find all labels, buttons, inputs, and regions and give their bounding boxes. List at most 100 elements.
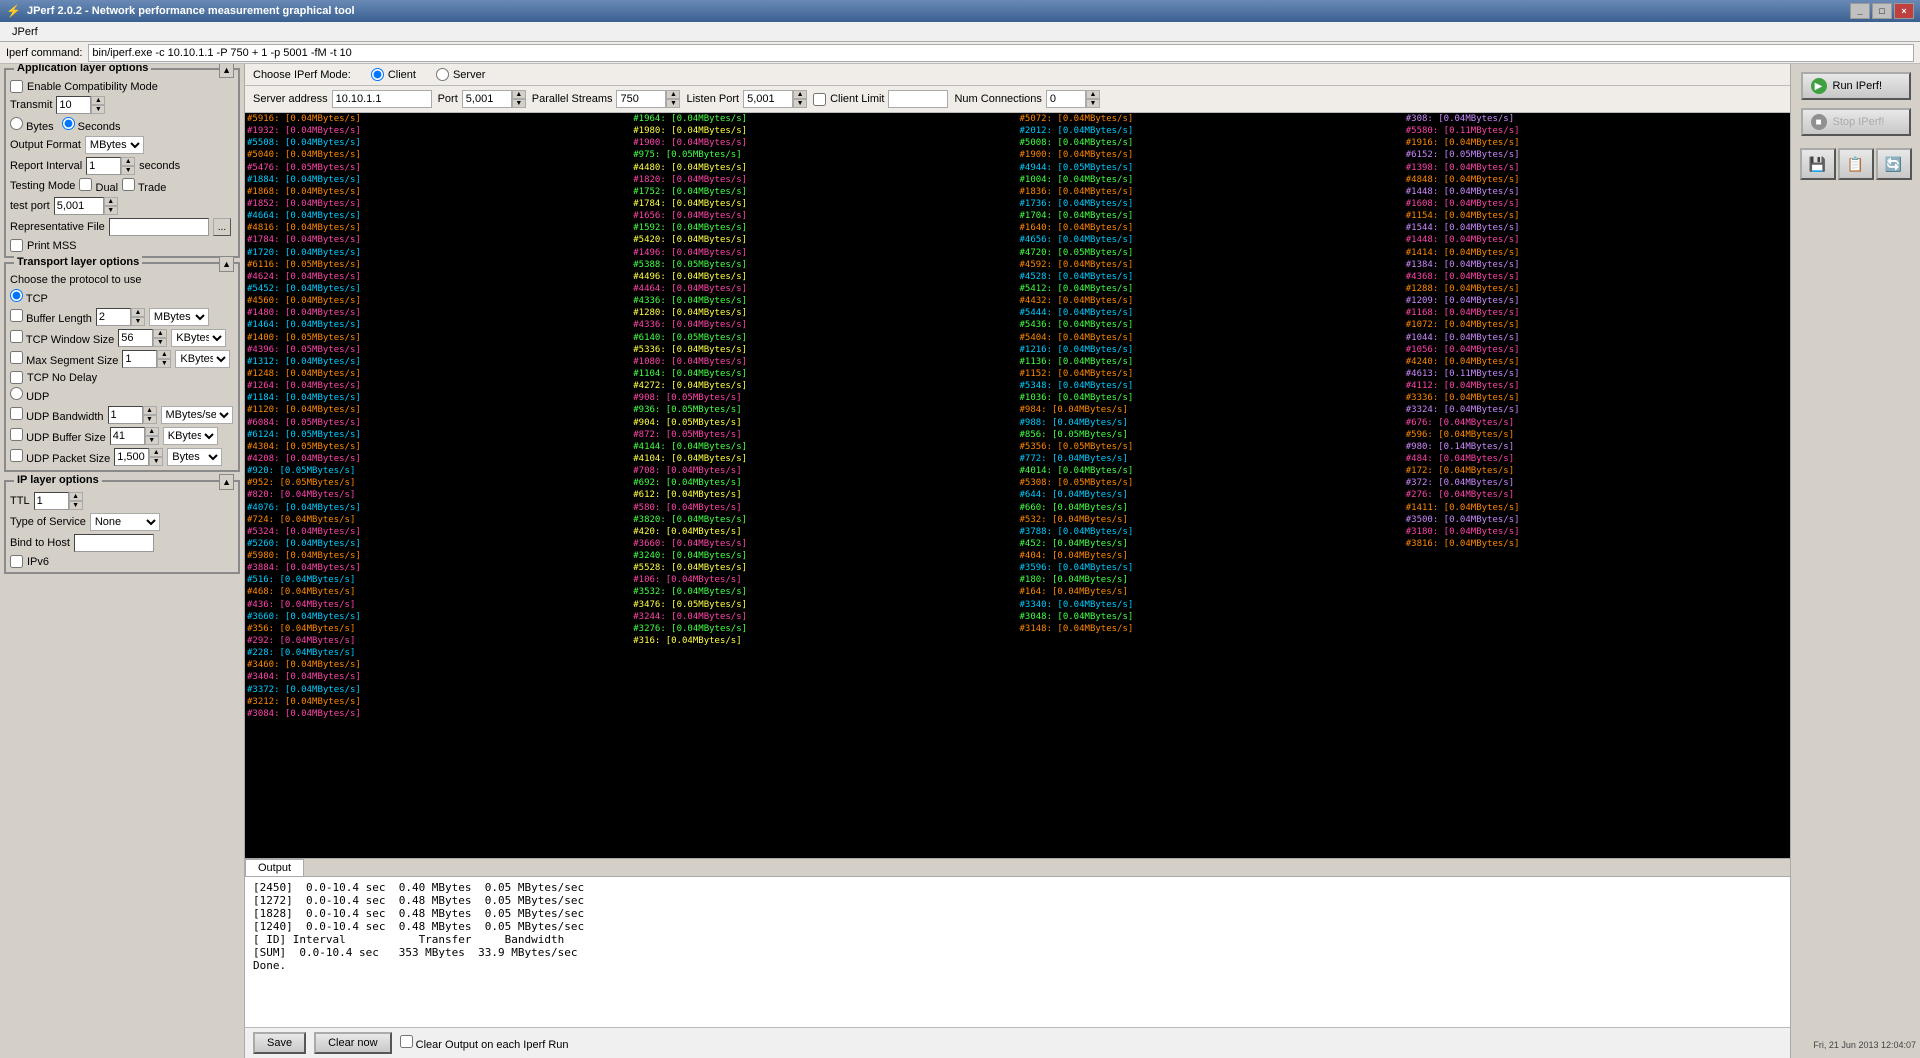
transmit-down[interactable]: ▼ xyxy=(91,105,105,114)
ttl-up[interactable]: ▲ xyxy=(69,492,83,501)
tos-select[interactable]: None Low Delay High Throughput Reliabili… xyxy=(90,513,160,531)
bytes-radio[interactable] xyxy=(10,117,23,130)
report-down[interactable]: ▼ xyxy=(121,166,135,175)
udp-pkt-down[interactable]: ▼ xyxy=(149,457,163,466)
parallel-down[interactable]: ▼ xyxy=(666,99,680,108)
copy-icon-btn[interactable]: 📋 xyxy=(1838,148,1874,180)
udp-buffer-input[interactable] xyxy=(110,427,145,445)
maximize-button[interactable]: □ xyxy=(1872,3,1892,19)
udp-buffer-unit[interactable]: KBytesMBytes xyxy=(163,427,218,445)
tcp-win-down[interactable]: ▼ xyxy=(153,338,167,347)
bind-host-input[interactable] xyxy=(74,534,154,552)
ttl-input[interactable] xyxy=(34,492,69,510)
max-seg-down[interactable]: ▼ xyxy=(157,359,171,368)
output-format-select[interactable]: MBytes KBytes GBytes Bits xyxy=(85,136,144,154)
listen-port-up[interactable]: ▲ xyxy=(793,90,807,99)
server-address-input[interactable] xyxy=(332,90,432,108)
tcp-window-checkbox[interactable] xyxy=(10,330,23,343)
udp-bandwidth-unit[interactable]: MBytes/secKBytes/sec xyxy=(161,406,233,424)
toolbar: Iperf command: xyxy=(0,42,1920,64)
test-port-input[interactable] xyxy=(54,197,104,215)
rep-file-browse[interactable]: ... xyxy=(213,218,231,236)
client-limit-checkbox[interactable] xyxy=(813,93,826,106)
udp-bandwidth-checkbox[interactable] xyxy=(10,407,23,420)
save-button[interactable]: Save xyxy=(253,1032,306,1054)
transmit-up[interactable]: ▲ xyxy=(91,96,105,105)
parallel-up[interactable]: ▲ xyxy=(666,90,680,99)
tcp-win-up[interactable]: ▲ xyxy=(153,329,167,338)
report-interval-input[interactable] xyxy=(86,157,121,175)
tcp-window-input[interactable] xyxy=(118,329,153,347)
max-seg-unit[interactable]: KBytesMBytesBytes xyxy=(175,350,230,368)
transmit-input[interactable] xyxy=(56,96,91,114)
print-mss-checkbox[interactable] xyxy=(10,239,23,252)
transport-layer-collapse[interactable]: ▲ xyxy=(219,256,234,272)
graph-item: #532: [0.04MBytes/s] xyxy=(1018,514,1404,526)
udp-packet-checkbox[interactable] xyxy=(10,449,23,462)
ip-layer-collapse[interactable]: ▲ xyxy=(219,474,234,490)
ttl-down[interactable]: ▼ xyxy=(69,501,83,510)
run-iperf-button[interactable]: ▶ Run IPerf! xyxy=(1801,72,1911,100)
server-radio[interactable] xyxy=(436,68,449,81)
graph-item: #3212: [0.04MBytes/s] xyxy=(245,696,631,708)
tcp-window-unit[interactable]: KBytesMBytesBytes xyxy=(171,329,226,347)
minimize-button[interactable]: _ xyxy=(1850,3,1870,19)
max-seg-input[interactable] xyxy=(122,350,157,368)
dual-checkbox[interactable] xyxy=(79,178,92,191)
rep-file-input[interactable] xyxy=(109,218,209,236)
udp-packet-input[interactable] xyxy=(114,448,149,466)
seconds-radio[interactable] xyxy=(62,117,75,130)
listen-port-input[interactable] xyxy=(743,90,793,108)
buffer-len-up[interactable]: ▲ xyxy=(131,308,145,317)
port-down[interactable]: ▼ xyxy=(512,99,526,108)
num-conn-down[interactable]: ▼ xyxy=(1086,99,1100,108)
clear-output-checkbox[interactable] xyxy=(400,1035,413,1048)
buffer-len-down[interactable]: ▼ xyxy=(131,317,145,326)
buffer-length-checkbox[interactable] xyxy=(10,309,23,322)
test-port-up[interactable]: ▲ xyxy=(104,197,118,206)
tcp-radio[interactable] xyxy=(10,289,23,302)
test-port-down[interactable]: ▼ xyxy=(104,206,118,215)
port-input[interactable] xyxy=(462,90,512,108)
ipv6-checkbox[interactable] xyxy=(10,555,23,568)
close-button[interactable]: × xyxy=(1894,3,1914,19)
num-conn-up[interactable]: ▲ xyxy=(1086,90,1100,99)
num-connections-input[interactable] xyxy=(1046,90,1086,108)
udp-bandwidth-input[interactable] xyxy=(108,406,143,424)
buffer-length-unit[interactable]: MBytesKBytesBytes xyxy=(149,308,209,326)
iperf-command-input[interactable] xyxy=(88,44,1914,62)
parallel-streams-input[interactable] xyxy=(616,90,666,108)
udp-bw-up[interactable]: ▲ xyxy=(143,406,157,415)
max-seg-checkbox[interactable] xyxy=(10,351,23,364)
report-up[interactable]: ▲ xyxy=(121,157,135,166)
graph-item: #3372: [0.04MBytes/s] xyxy=(245,684,631,696)
tcp-nodelay-checkbox[interactable] xyxy=(10,371,23,384)
udp-buf-down[interactable]: ▼ xyxy=(145,436,159,445)
udp-buffer-checkbox[interactable] xyxy=(10,428,23,441)
app-layer-collapse[interactable]: ▲ xyxy=(219,64,234,78)
trade-checkbox[interactable] xyxy=(122,178,135,191)
max-seg-up[interactable]: ▲ xyxy=(157,350,171,359)
stop-iperf-button[interactable]: ■ Stop IPerf! xyxy=(1801,108,1911,136)
udp-radio[interactable] xyxy=(10,387,23,400)
clear-now-button[interactable]: Clear now xyxy=(314,1032,392,1054)
save-icon-btn[interactable]: 💾 xyxy=(1800,148,1836,180)
graph-item: #3336: [0.04MBytes/s] xyxy=(1404,392,1790,404)
client-limit-input[interactable] xyxy=(888,90,948,108)
output-tab-item[interactable]: Output xyxy=(245,859,304,876)
graph-content: #5916: [0.04MBytes/s]#1932: [0.04MBytes/… xyxy=(245,113,1790,858)
udp-pkt-up[interactable]: ▲ xyxy=(149,448,163,457)
listen-port-down[interactable]: ▼ xyxy=(793,99,807,108)
port-up[interactable]: ▲ xyxy=(512,90,526,99)
udp-buf-up[interactable]: ▲ xyxy=(145,427,159,436)
enable-compat-checkbox[interactable] xyxy=(10,80,23,93)
udp-bw-down[interactable]: ▼ xyxy=(143,415,157,424)
menu-jperf[interactable]: JPerf xyxy=(4,24,46,40)
udp-packet-unit[interactable]: BytesKBytes xyxy=(167,448,222,466)
graph-item: #5008: [0.04MBytes/s] xyxy=(1018,137,1404,149)
graph-item: #952: [0.05MBytes/s] xyxy=(245,477,631,489)
client-radio[interactable] xyxy=(371,68,384,81)
buffer-length-input[interactable] xyxy=(96,308,131,326)
graph-item: #164: [0.04MBytes/s] xyxy=(1018,586,1404,598)
refresh-icon-btn[interactable]: 🔄 xyxy=(1876,148,1912,180)
